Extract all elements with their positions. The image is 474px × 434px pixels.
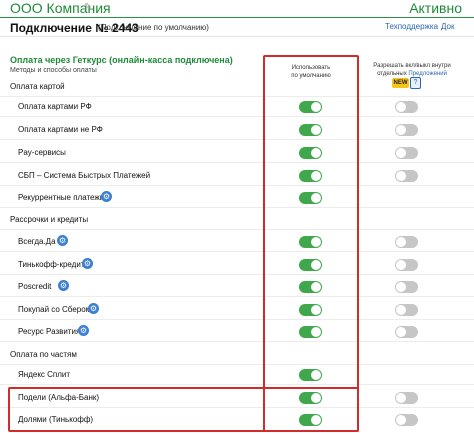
allow-toggle[interactable] [395,326,418,338]
allow-toggle[interactable] [395,124,418,136]
payment-row-vsegda-da: Всегда.Да ⚙ [0,232,474,252]
payment-label: Ресурс Развития [18,327,81,336]
gear-icon[interactable]: ⚙ [78,325,89,336]
payment-row-cards-rf: Оплата картами РФ [0,97,474,117]
allow-toggle[interactable] [395,304,418,316]
status-label: Активно [409,0,462,16]
payment-label: Тинькофф-кредит [18,260,85,269]
payment-label: Всегда.Да [18,237,56,246]
tech-support-link[interactable]: Техподдержка [385,22,438,31]
top-bar: ООО Компания ✎ Активно [0,0,474,16]
allow-toggle[interactable] [395,392,418,404]
payment-row-sber: Покупай со Сбером ⚙ [0,300,474,320]
payment-label: Оплата картами РФ [18,102,92,111]
gear-icon[interactable]: ⚙ [88,303,99,314]
highlight-installment-rows [8,387,359,432]
pencil-icon[interactable]: ✎ [84,2,92,13]
gear-icon[interactable]: ⚙ [57,235,68,246]
gear-icon[interactable]: ⚙ [101,191,112,202]
payment-label: Яндекс Сплит [18,370,71,379]
docs-link[interactable]: Док [441,22,454,31]
allow-toggle[interactable] [395,147,418,159]
payment-row-pay-services: Pay-сервисы [0,143,474,163]
allow-toggle[interactable] [395,236,418,248]
payment-row-recurring: Рекуррентные платежи ⚙ [0,188,474,208]
highlight-default-column [263,55,359,432]
payment-label: Poscredit [18,282,52,291]
allow-toggle[interactable] [395,170,418,182]
payment-label: СБП – Система Быстрых Платежей [18,171,151,180]
allow-column-header: Разрешать вкл/выкл внутри отдельных Пред… [373,63,451,77]
allow-toggle[interactable] [395,259,418,271]
group-label-parts: Оплата по частям [10,350,77,359]
group-row-installments: Рассрочки и кредиты [0,210,474,230]
payment-row-cards-non-rf: Оплата картами не РФ [0,120,474,140]
payment-label: Рекуррентные платежи [18,193,105,202]
payment-label: Pay-сервисы [18,148,66,157]
payment-label: Оплата картами не РФ [18,125,103,134]
subheader-divider [0,36,474,37]
group-row-card: Оплата картой [0,77,474,97]
payment-row-poscredit: Poscredit ⚙ [0,277,474,297]
allow-toggle[interactable] [395,414,418,426]
company-name[interactable]: ООО Компания [10,0,111,16]
group-row-parts: Оплата по частям [0,345,474,365]
payment-row-sbp: СБП – Система Быстрых Платежей [0,166,474,186]
header-divider [0,17,474,18]
gear-icon[interactable]: ⚙ [58,280,69,291]
allow-toggle[interactable] [395,101,418,113]
group-label-installments: Рассрочки и кредиты [10,215,89,224]
allow-toggle[interactable] [395,281,418,293]
section-subtitle: Методы и способы оплаты [10,67,97,74]
payment-row-yandex-split: Яндекс Сплит [0,365,474,385]
payment-label: Покупай со Сбером [18,305,92,314]
section-title: Оплата через Геткурс (онлайн-касса подкл… [10,55,233,65]
payment-row-tinkoff-credit: Тинькофф-кредит ⚙ [0,255,474,275]
gear-icon[interactable]: ⚙ [82,258,93,269]
payment-row-resurs: Ресурс Развития ⚙ [0,322,474,342]
connection-default-note: (Подключение по умолчанию) [98,23,209,32]
group-label-card: Оплата картой [10,82,65,91]
